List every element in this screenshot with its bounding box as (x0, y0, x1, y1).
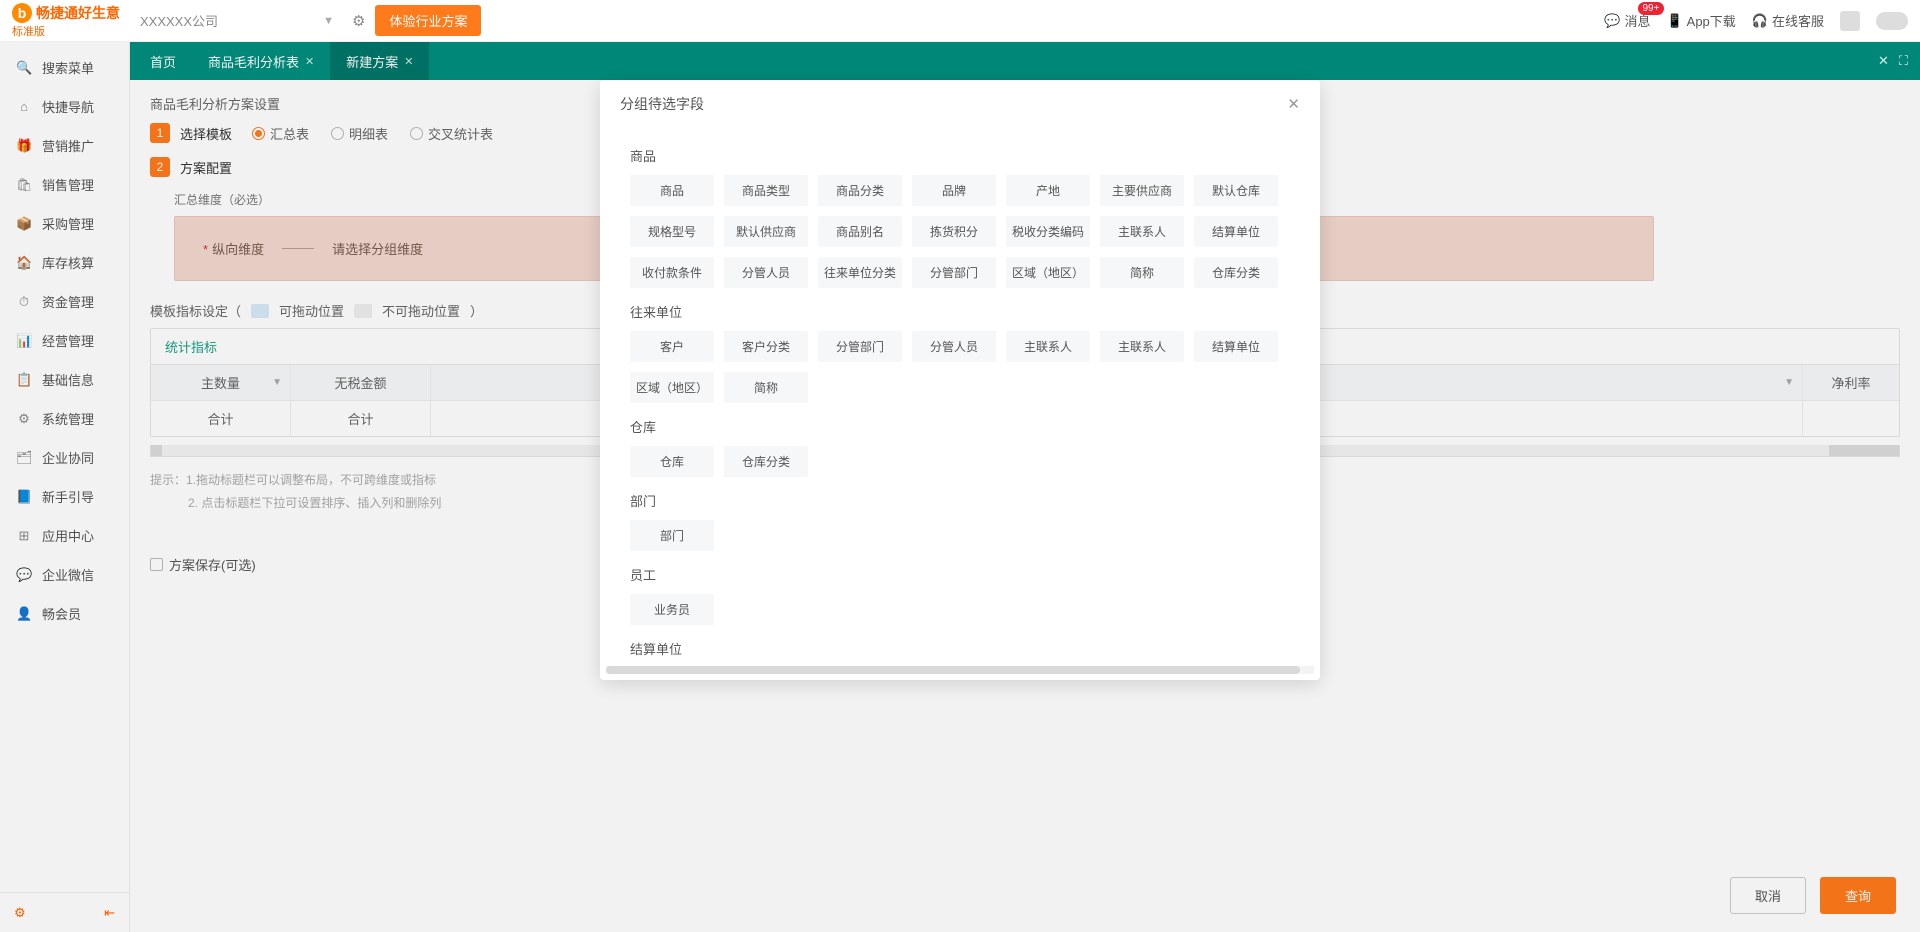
message-icon: 💬 (1604, 13, 1620, 29)
field-chip[interactable]: 拣货积分 (912, 216, 996, 247)
field-chip[interactable]: 分管人员 (912, 331, 996, 362)
phone-icon: 📱 (1666, 13, 1682, 29)
field-chip[interactable]: 仓库 (630, 446, 714, 477)
field-chip[interactable]: 客户 (630, 331, 714, 362)
trial-button[interactable]: 体验行业方案 (375, 5, 481, 36)
headset-icon: 🎧 (1752, 13, 1768, 29)
field-chip[interactable]: 客户分类 (724, 331, 808, 362)
field-chip[interactable]: 默认供应商 (724, 216, 808, 247)
field-chip[interactable]: 产地 (1006, 175, 1090, 206)
group-title: 结算单位 (630, 639, 1290, 658)
field-chip[interactable]: 主联系人 (1100, 216, 1184, 247)
messages-link[interactable]: 💬消息 99+ (1604, 11, 1650, 30)
field-chip[interactable]: 仓库分类 (724, 446, 808, 477)
field-chip[interactable]: 分管人员 (724, 257, 808, 288)
field-chip[interactable]: 规格型号 (630, 216, 714, 247)
chevron-down-icon: ▼ (323, 15, 334, 27)
field-chip[interactable]: 商品 (630, 175, 714, 206)
field-chip[interactable]: 仓库分类 (1194, 257, 1278, 288)
field-chip[interactable]: 商品分类 (818, 175, 902, 206)
field-chip[interactable]: 分管部门 (818, 331, 902, 362)
field-chip[interactable]: 主联系人 (1006, 331, 1090, 362)
avatar[interactable] (1840, 11, 1860, 31)
group-title: 往来单位 (630, 302, 1290, 321)
field-chip[interactable]: 默认仓库 (1194, 175, 1278, 206)
field-chip[interactable]: 品牌 (912, 175, 996, 206)
field-chip[interactable]: 主要供应商 (1100, 175, 1184, 206)
field-chip[interactable]: 部门 (630, 520, 714, 551)
group-title: 部门 (630, 491, 1290, 510)
gear-icon[interactable]: ⚙ (352, 12, 365, 30)
field-chip[interactable]: 商品类型 (724, 175, 808, 206)
field-chip[interactable]: 区域（地区） (1006, 257, 1090, 288)
group-title: 员工 (630, 565, 1290, 584)
close-icon[interactable]: ✕ (1287, 95, 1300, 113)
modal-hscroll[interactable] (606, 666, 1314, 674)
online-service-link[interactable]: 🎧在线客服 (1752, 11, 1824, 30)
field-chip[interactable]: 简称 (724, 372, 808, 403)
field-chip[interactable]: 区域（地区） (630, 372, 714, 403)
company-select[interactable]: XXXXXX公司 ▼ (132, 7, 342, 35)
field-chip[interactable]: 主联系人 (1100, 331, 1184, 362)
field-chip[interactable]: 结算单位 (1194, 216, 1278, 247)
topbar-right: 💬消息 99+ 📱App下载 🎧在线客服 (1604, 11, 1908, 31)
field-select-modal: 分组待选字段 ✕ 商品商品商品类型商品分类品牌产地主要供应商默认仓库规格型号默认… (600, 80, 1320, 680)
field-chip[interactable]: 商品别名 (818, 216, 902, 247)
group-title: 商品 (630, 146, 1290, 165)
modal-title: 分组待选字段 (620, 94, 704, 114)
logo-icon: b (12, 3, 32, 23)
app-download-link[interactable]: 📱App下载 (1666, 11, 1735, 30)
field-chip[interactable]: 结算单位 (1194, 331, 1278, 362)
field-chip[interactable]: 简称 (1100, 257, 1184, 288)
field-chip[interactable]: 业务员 (630, 594, 714, 625)
logo: b畅捷通好生意 标准版 (12, 3, 120, 39)
field-chip[interactable]: 往来单位分类 (818, 257, 902, 288)
group-title: 仓库 (630, 417, 1290, 436)
field-chip[interactable]: 分管部门 (912, 257, 996, 288)
topbar: b畅捷通好生意 标准版 XXXXXX公司 ▼ ⚙ 体验行业方案 💬消息 99+ … (0, 0, 1920, 42)
field-chip[interactable]: 税收分类编码 (1006, 216, 1090, 247)
user-pill[interactable] (1876, 12, 1908, 30)
field-chip[interactable]: 收付款条件 (630, 257, 714, 288)
message-badge: 99+ (1638, 2, 1665, 15)
